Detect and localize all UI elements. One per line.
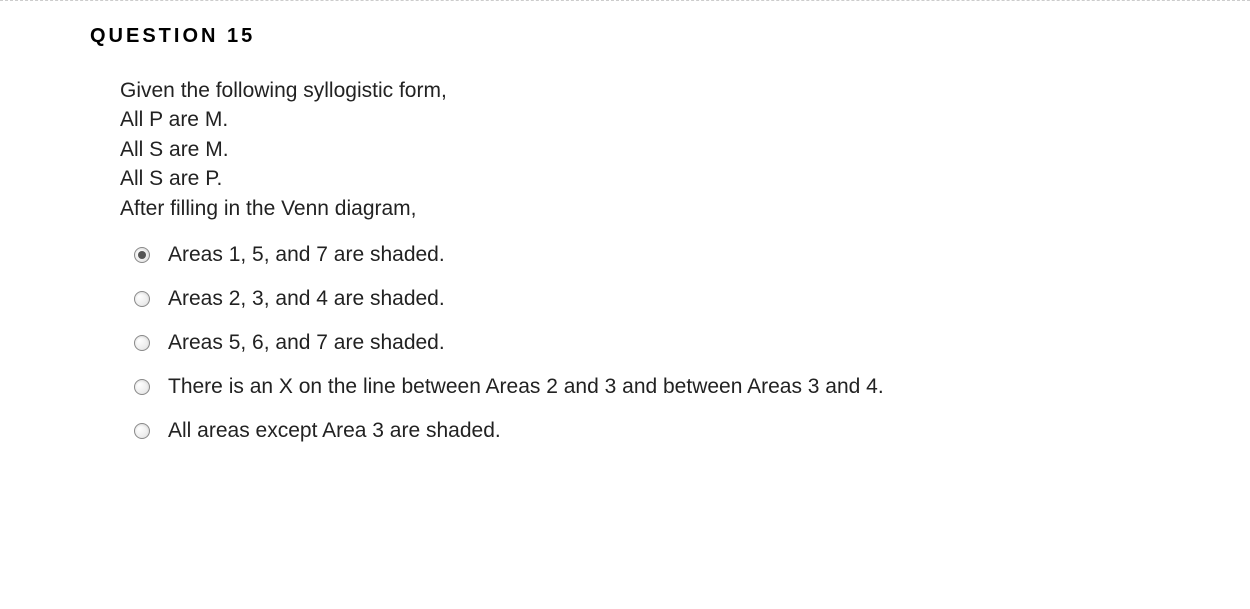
option-label: Areas 1, 5, and 7 are shaded.	[168, 243, 445, 267]
option-2[interactable]: Areas 2, 3, and 4 are shaded.	[134, 287, 1250, 311]
question-heading: QUESTION 15	[90, 25, 1250, 48]
option-label: Areas 5, 6, and 7 are shaded.	[168, 331, 445, 355]
option-5[interactable]: All areas except Area 3 are shaded.	[134, 419, 1250, 443]
option-3[interactable]: Areas 5, 6, and 7 are shaded.	[134, 331, 1250, 355]
option-label: Areas 2, 3, and 4 are shaded.	[168, 287, 445, 311]
question-stem: Given the following syllogistic form, Al…	[120, 76, 1250, 223]
stem-line: All S are P.	[120, 164, 1250, 193]
question-body: Given the following syllogistic form, Al…	[90, 76, 1250, 443]
option-4[interactable]: There is an X on the line between Areas …	[134, 375, 1250, 399]
question-container: QUESTION 15 Given the following syllogis…	[0, 1, 1250, 443]
stem-line: Given the following syllogistic form,	[120, 76, 1250, 105]
option-label: There is an X on the line between Areas …	[168, 375, 884, 399]
stem-line: After filling in the Venn diagram,	[120, 194, 1250, 223]
stem-line: All P are M.	[120, 105, 1250, 134]
radio-icon[interactable]	[134, 423, 150, 439]
radio-icon[interactable]	[134, 379, 150, 395]
radio-icon[interactable]	[134, 291, 150, 307]
option-label: All areas except Area 3 are shaded.	[168, 419, 501, 443]
options-list: Areas 1, 5, and 7 are shaded. Areas 2, 3…	[120, 243, 1250, 443]
radio-icon[interactable]	[134, 335, 150, 351]
option-1[interactable]: Areas 1, 5, and 7 are shaded.	[134, 243, 1250, 267]
stem-line: All S are M.	[120, 135, 1250, 164]
radio-icon[interactable]	[134, 247, 150, 263]
